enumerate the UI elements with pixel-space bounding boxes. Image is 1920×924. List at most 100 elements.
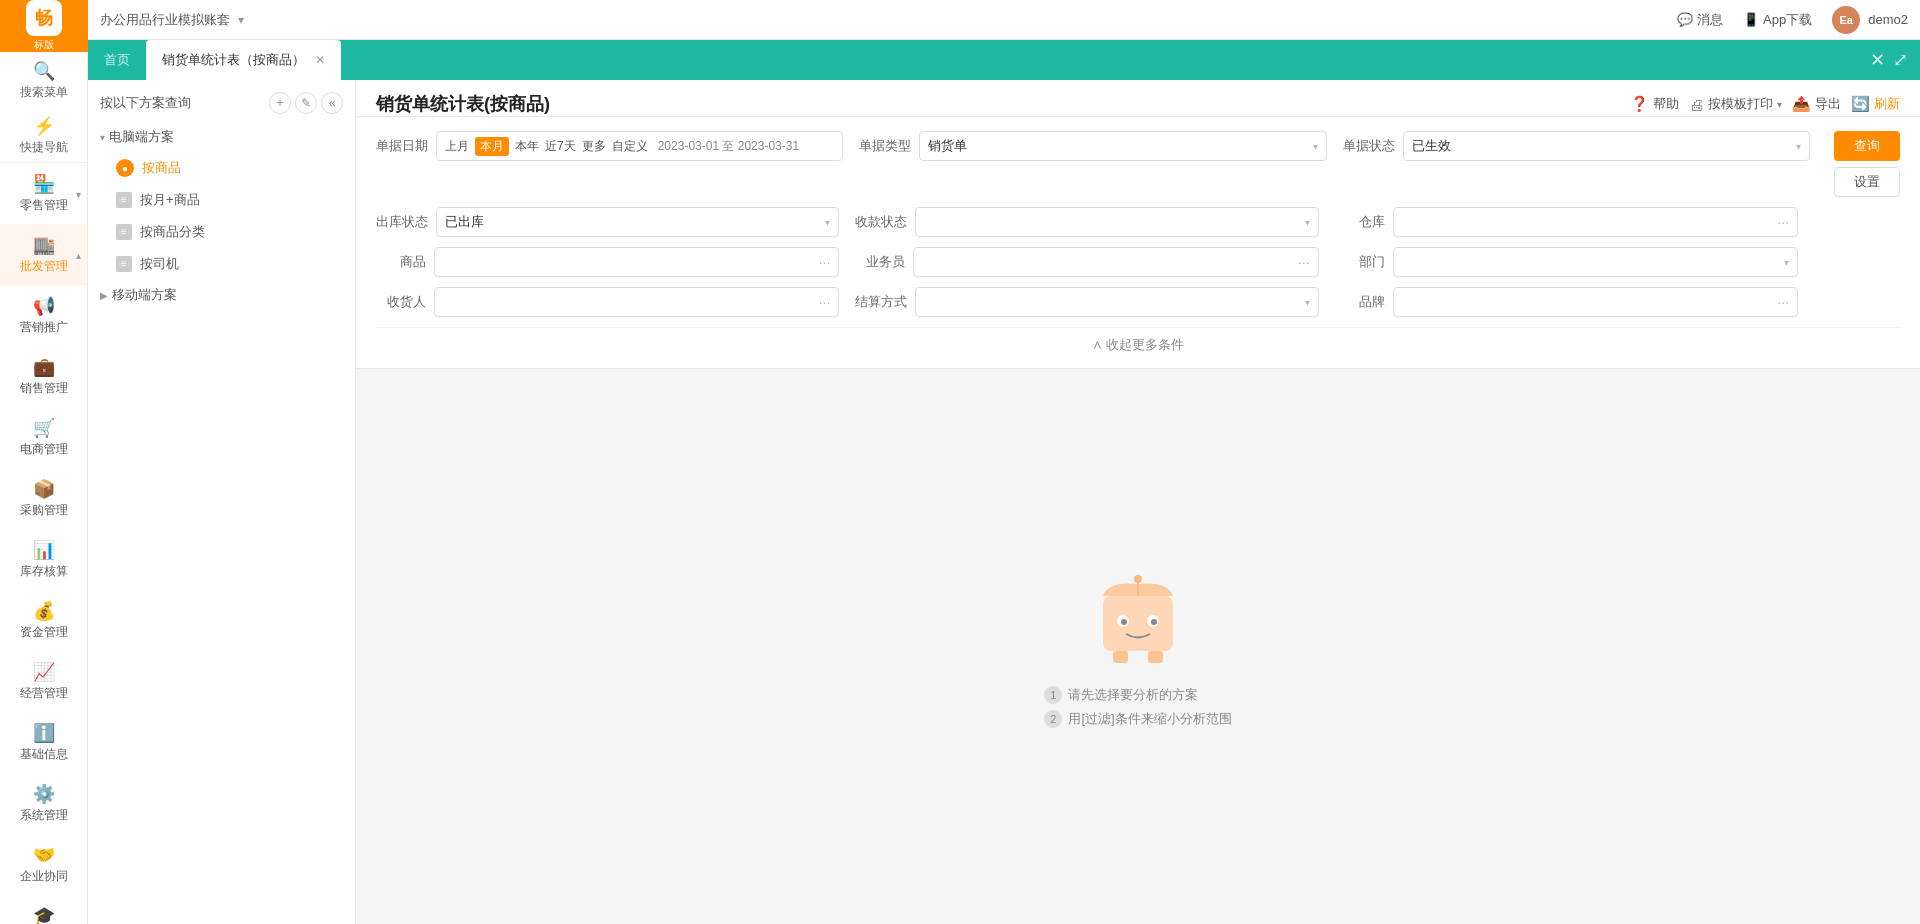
add-scheme-button[interactable]: + (269, 92, 291, 114)
type-field-arrow: ▾ (1313, 141, 1318, 152)
goods-dots: ··· (819, 254, 831, 270)
goods-control[interactable]: ··· (434, 247, 839, 277)
scheme-item-month-goods-label: 按月+商品 (140, 191, 200, 209)
brand-label: 品牌 (1335, 293, 1385, 311)
sidebar: 畅 标版 🔍 搜索菜单 ⚡ 快捷导航 🏪 零售管理 ▾ 🏬 批发管理 ▴ 📢 营… (0, 0, 88, 924)
warehouse-control[interactable]: ··· (1393, 207, 1798, 237)
marketing-label: 营销推广 (0, 319, 87, 336)
quick-nav-item[interactable]: ⚡ 快捷导航 (0, 109, 87, 163)
sidebar-item-marketing[interactable]: 📢 营销推广 (0, 285, 87, 346)
sidebar-item-ecommerce[interactable]: 🛒 电商管理 (0, 407, 87, 468)
date-tab-7days[interactable]: 近7天 (545, 138, 576, 155)
dept-label: 部门 (1335, 253, 1385, 271)
retail-label: 零售管理 (0, 197, 87, 214)
sidebar-item-sales[interactable]: 💼 销售管理 (0, 346, 87, 407)
sidebar-item-finance[interactable]: 💰 资金管理 (0, 590, 87, 651)
date-tab-custom[interactable]: 自定义 (612, 138, 648, 155)
desktop-scheme-group-title[interactable]: ▾ 电脑端方案 (88, 122, 355, 152)
search-icon: 🔍 (0, 60, 87, 82)
date-range-text: 2023-03-01 至 2023-03-31 (658, 138, 799, 155)
date-tab-last-month[interactable]: 上月 (445, 138, 469, 155)
placeholder-hint-1: 1 请先选择要分析的方案 (1044, 686, 1231, 704)
scheme-item-by-month-goods[interactable]: ≡ 按月+商品 (88, 184, 355, 216)
logo-icon: 畅 (26, 0, 62, 36)
sidebar-item-retail[interactable]: 🏪 零售管理 ▾ (0, 163, 87, 224)
app-download-button[interactable]: 📱 App下载 (1743, 11, 1812, 29)
edit-scheme-button[interactable]: ✎ (295, 92, 317, 114)
settlement-control[interactable]: ▾ (915, 287, 1318, 317)
collapse-panel-button[interactable]: « (321, 92, 343, 114)
date-tab-this-year[interactable]: 本年 (515, 138, 539, 155)
tab-close-icon[interactable]: ✕ (315, 53, 325, 67)
query-button[interactable]: 查询 (1834, 131, 1900, 161)
collapse-bar[interactable]: ∧ 收起更多条件 (376, 327, 1900, 354)
scheme-item-driver-label: 按司机 (140, 255, 179, 273)
date-field-label: 单据日期 (376, 137, 428, 155)
sidebar-item-corp[interactable]: 🤝 企业协同 (0, 834, 87, 895)
help-button[interactable]: ❓ 帮助 (1630, 95, 1679, 113)
close-tab-button[interactable]: ✕ (1870, 49, 1885, 71)
left-panel-title: 按以下方案查询 (100, 94, 263, 112)
type-field-control[interactable]: 销货单 ▾ (919, 131, 1326, 161)
basic-icon: ℹ️ (0, 722, 87, 744)
dept-arrow: ▾ (1784, 257, 1789, 268)
scheme-item-by-category[interactable]: ≡ 按商品分类 (88, 216, 355, 248)
refresh-button[interactable]: 🔄 刷新 (1851, 95, 1900, 113)
maximize-button[interactable]: ⤢ (1893, 49, 1908, 71)
goods-label: 商品 (376, 253, 426, 271)
sidebar-item-wholesale[interactable]: 🏬 批发管理 ▴ (0, 224, 87, 285)
type-field-value: 销货单 (928, 137, 1312, 155)
sidebar-item-inventory[interactable]: 📊 库存核算 (0, 529, 87, 590)
placeholder-hint-2: 2 用[过滤]条件来缩小分析范围 (1044, 710, 1231, 728)
scheme-item-by-goods[interactable]: ● 按商品 (88, 152, 355, 184)
app-download-icon: 📱 (1743, 12, 1759, 27)
date-field-control[interactable]: 上月 本月 本年 近7天 更多 自定义 2023-03-01 至 2023-03… (436, 131, 843, 161)
tab-sales-stat[interactable]: 销货单统计表（按商品） ✕ (146, 40, 341, 80)
content-area: 按以下方案查询 + ✎ « ▾ 电脑端方案 ● 按商品 ≡ 按月 (88, 80, 1920, 924)
print-button[interactable]: 🖨 按模板打印 ▾ (1689, 95, 1782, 113)
app-logo[interactable]: 畅 标版 (0, 0, 88, 52)
search-menu-item[interactable]: 🔍 搜索菜单 (0, 52, 87, 109)
print-arrow-icon[interactable]: ▾ (1777, 99, 1782, 110)
quick-nav-icon: ⚡ (0, 115, 87, 137)
status-field-label: 单据状态 (1343, 137, 1395, 155)
scheme-item-driver-icon: ≡ (116, 256, 132, 272)
retail-arrow: ▾ (76, 188, 81, 199)
app-download-label: App下载 (1763, 11, 1812, 29)
msg-button[interactable]: 💬 消息 (1677, 11, 1723, 29)
export-label: 导出 (1815, 95, 1841, 113)
svg-rect-0 (1103, 596, 1173, 651)
tab-home[interactable]: 首页 (88, 40, 146, 80)
operations-label: 经营管理 (0, 685, 87, 702)
consignee-control[interactable]: ··· (434, 287, 839, 317)
wholesale-icon: 🏬 (0, 234, 87, 256)
sidebar-item-newbie[interactable]: 🎓 新手引导 (0, 895, 87, 924)
sidebar-item-purchase[interactable]: 📦 采购管理 (0, 468, 87, 529)
inventory-label: 库存核算 (0, 563, 87, 580)
settings-button[interactable]: 设置 (1834, 167, 1900, 197)
dept-control[interactable]: ▾ (1393, 247, 1798, 277)
sidebar-item-basic[interactable]: ℹ️ 基础信息 (0, 712, 87, 773)
msg-label: 消息 (1697, 11, 1723, 29)
out-status-control[interactable]: 已出库 ▾ (436, 207, 839, 237)
brand-control[interactable]: ··· (1393, 287, 1798, 317)
sidebar-item-operations[interactable]: 📈 经营管理 (0, 651, 87, 712)
search-menu-label: 搜索菜单 (0, 84, 87, 101)
avatar[interactable]: Ea (1832, 6, 1860, 34)
recv-status-control[interactable]: ▾ (915, 207, 1318, 237)
scheme-item-category-label: 按商品分类 (140, 223, 205, 241)
print-label: 按模板打印 (1708, 95, 1773, 113)
date-tab-this-month[interactable]: 本月 (475, 137, 509, 156)
scheme-item-by-driver[interactable]: ≡ 按司机 (88, 248, 355, 280)
corp-icon: 🤝 (0, 844, 87, 866)
status-field-control[interactable]: 已生效 ▾ (1403, 131, 1810, 161)
date-tab-more[interactable]: 更多 (582, 138, 606, 155)
mobile-scheme-group[interactable]: ▶ 移动端方案 (88, 280, 355, 310)
export-button[interactable]: 📤 导出 (1792, 95, 1841, 113)
salesman-control[interactable]: ··· (913, 247, 1318, 277)
sidebar-item-system[interactable]: ⚙️ 系统管理 (0, 773, 87, 834)
topbar-dropdown[interactable]: ▾ (238, 13, 244, 27)
hint-num-1: 1 (1044, 686, 1062, 704)
topbar-title: 办公用品行业模拟账套 (100, 11, 230, 29)
page-actions: ❓ 帮助 🖨 按模板打印 ▾ 📤 导出 🔄 (1630, 95, 1900, 113)
